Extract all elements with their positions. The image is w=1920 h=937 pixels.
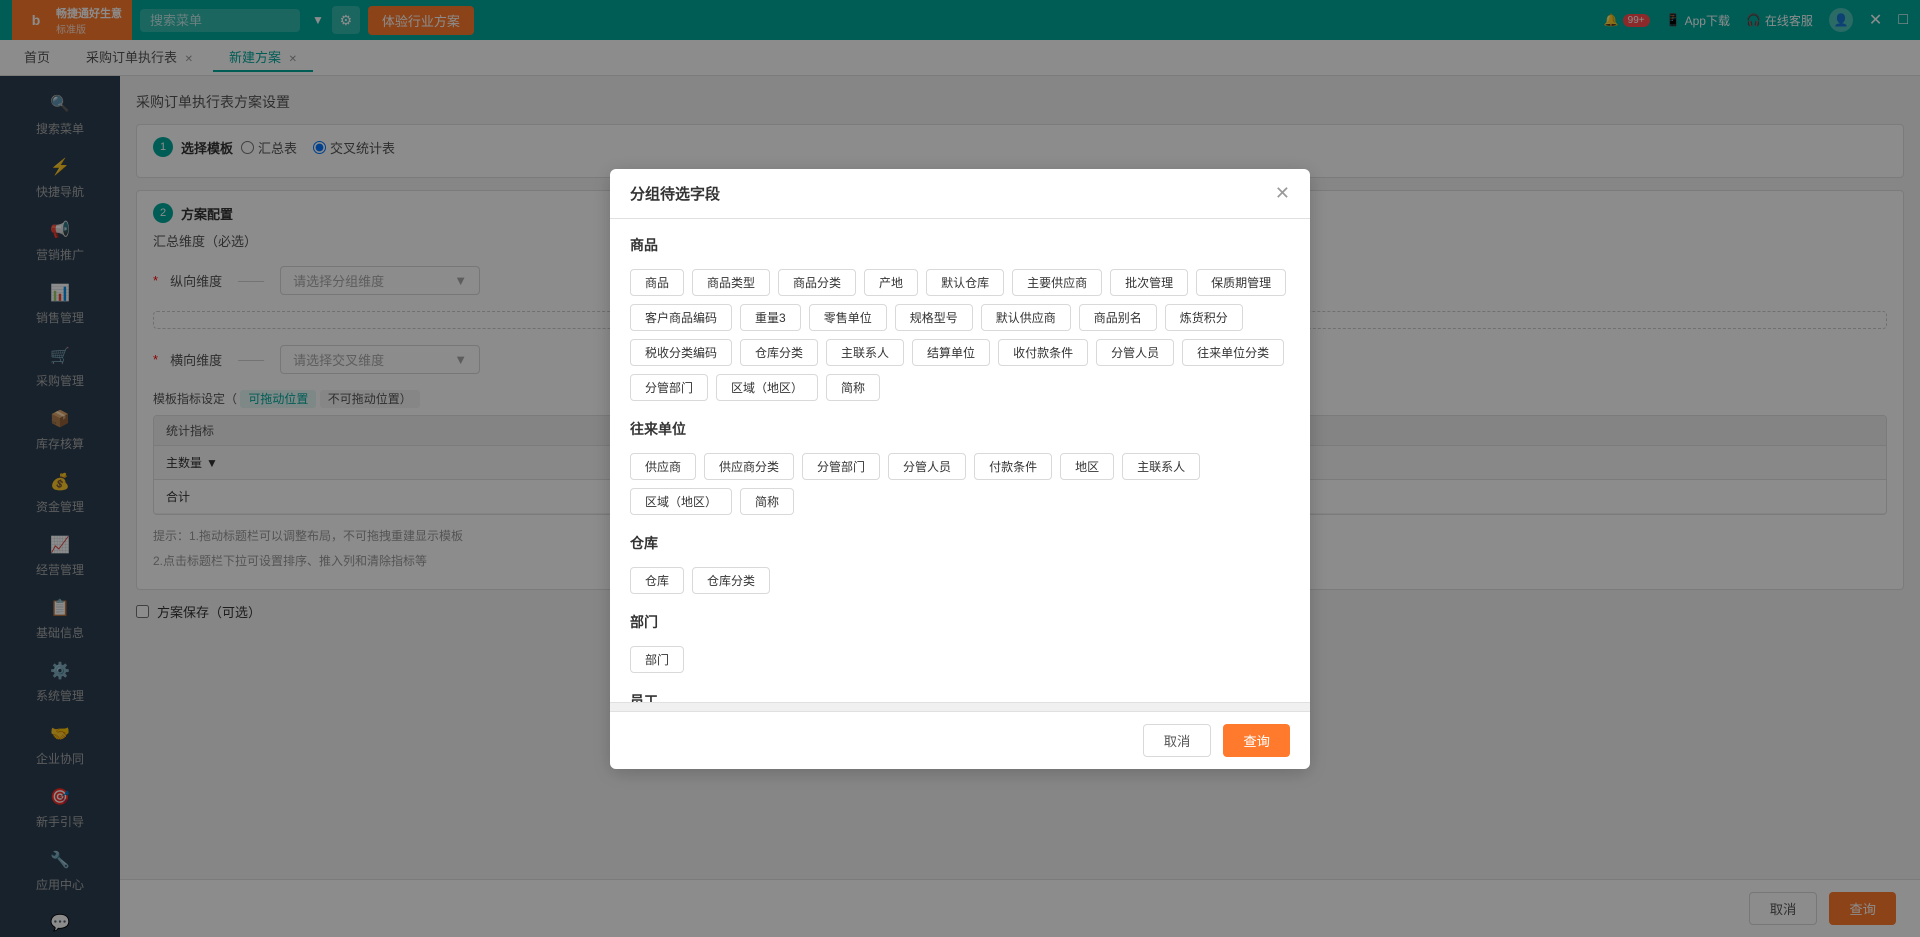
modal-body: 商品 商品 商品类型 商品分类 产地 默认仓库 主要供应商 批次管理 保质期管理… [610, 219, 1310, 702]
tag-warehouse-category[interactable]: 仓库分类 [692, 567, 770, 594]
tag-main-contact-partner[interactable]: 主联系人 [1122, 453, 1200, 480]
tag-origin[interactable]: 产地 [864, 269, 918, 296]
tag-product-category[interactable]: 商品分类 [778, 269, 856, 296]
section-partner: 往来单位 供应商 供应商分类 分管部门 分管人员 付款条件 地区 主联系人 区域… [630, 419, 1290, 515]
tag-weight3[interactable]: 重量3 [740, 304, 801, 331]
modal-title: 分组待选字段 [630, 183, 720, 204]
tag-tax-code[interactable]: 税收分类编码 [630, 339, 732, 366]
section-partner-title: 往来单位 [630, 419, 1290, 443]
tag-settlement-unit[interactable]: 结算单位 [912, 339, 990, 366]
section-product-title: 商品 [630, 235, 1290, 259]
section-dept-title: 部门 [630, 612, 1290, 636]
section-employee: 员工 业务员 [630, 691, 1290, 702]
tag-short-name-partner[interactable]: 简称 [740, 488, 794, 515]
tag-partner-category[interactable]: 往来单位分类 [1182, 339, 1284, 366]
tag-product-alias[interactable]: 商品别名 [1079, 304, 1157, 331]
modal-footer: 取消 查询 [610, 711, 1310, 769]
section-product: 商品 商品 商品类型 商品分类 产地 默认仓库 主要供应商 批次管理 保质期管理… [630, 235, 1290, 401]
tag-region2[interactable]: 区域（地区） [630, 488, 732, 515]
tag-points[interactable]: 炼货积分 [1165, 304, 1243, 331]
modal-overlay: 分组待选字段 ✕ 商品 商品 商品类型 商品分类 产地 默认仓库 主要供应商 批… [0, 0, 1920, 937]
tag-warehouse-cat[interactable]: 仓库分类 [740, 339, 818, 366]
tag-batch-mgmt[interactable]: 批次管理 [1110, 269, 1188, 296]
section-warehouse-title: 仓库 [630, 533, 1290, 557]
tag-supervisor[interactable]: 分管人员 [1096, 339, 1174, 366]
tag-spec-model[interactable]: 规格型号 [895, 304, 973, 331]
partner-tags: 供应商 供应商分类 分管部门 分管人员 付款条件 地区 主联系人 区域（地区） … [630, 453, 1290, 515]
tag-dept-supervisor[interactable]: 分管部门 [630, 374, 708, 401]
modal-confirm-button[interactable]: 查询 [1223, 724, 1290, 757]
tag-dept-mgmt[interactable]: 分管部门 [802, 453, 880, 480]
section-warehouse: 仓库 仓库 仓库分类 [630, 533, 1290, 594]
tag-region-product[interactable]: 区域（地区） [716, 374, 818, 401]
tag-staff-mgmt[interactable]: 分管人员 [888, 453, 966, 480]
tag-payment-cond[interactable]: 付款条件 [974, 453, 1052, 480]
modal-header: 分组待选字段 ✕ [610, 169, 1310, 219]
tag-default-supplier[interactable]: 默认供应商 [981, 304, 1071, 331]
tag-product[interactable]: 商品 [630, 269, 684, 296]
dept-tags: 部门 [630, 646, 1290, 673]
tag-retail-unit[interactable]: 零售单位 [809, 304, 887, 331]
tag-main-supplier[interactable]: 主要供应商 [1012, 269, 1102, 296]
tag-short-name-product[interactable]: 简称 [826, 374, 880, 401]
product-tags: 商品 商品类型 商品分类 产地 默认仓库 主要供应商 批次管理 保质期管理 客户… [630, 269, 1290, 401]
tag-warehouse[interactable]: 仓库 [630, 567, 684, 594]
warehouse-tags: 仓库 仓库分类 [630, 567, 1290, 594]
modal-horizontal-scrollbar[interactable] [610, 702, 1310, 711]
tag-payment-terms[interactable]: 收付款条件 [998, 339, 1088, 366]
tag-customer-code[interactable]: 客户商品编码 [630, 304, 732, 331]
tag-expiry-mgmt[interactable]: 保质期管理 [1196, 269, 1286, 296]
tag-region-partner[interactable]: 地区 [1060, 453, 1114, 480]
tag-dept[interactable]: 部门 [630, 646, 684, 673]
tag-main-contact[interactable]: 主联系人 [826, 339, 904, 366]
section-dept: 部门 部门 [630, 612, 1290, 673]
modal-close-button[interactable]: ✕ [1275, 183, 1290, 204]
tag-default-warehouse[interactable]: 默认仓库 [926, 269, 1004, 296]
modal-cancel-button[interactable]: 取消 [1143, 724, 1212, 757]
tag-supplier[interactable]: 供应商 [630, 453, 696, 480]
tag-product-type[interactable]: 商品类型 [692, 269, 770, 296]
tag-supplier-cat[interactable]: 供应商分类 [704, 453, 794, 480]
field-selection-modal: 分组待选字段 ✕ 商品 商品 商品类型 商品分类 产地 默认仓库 主要供应商 批… [610, 169, 1310, 769]
section-employee-title: 员工 [630, 691, 1290, 702]
